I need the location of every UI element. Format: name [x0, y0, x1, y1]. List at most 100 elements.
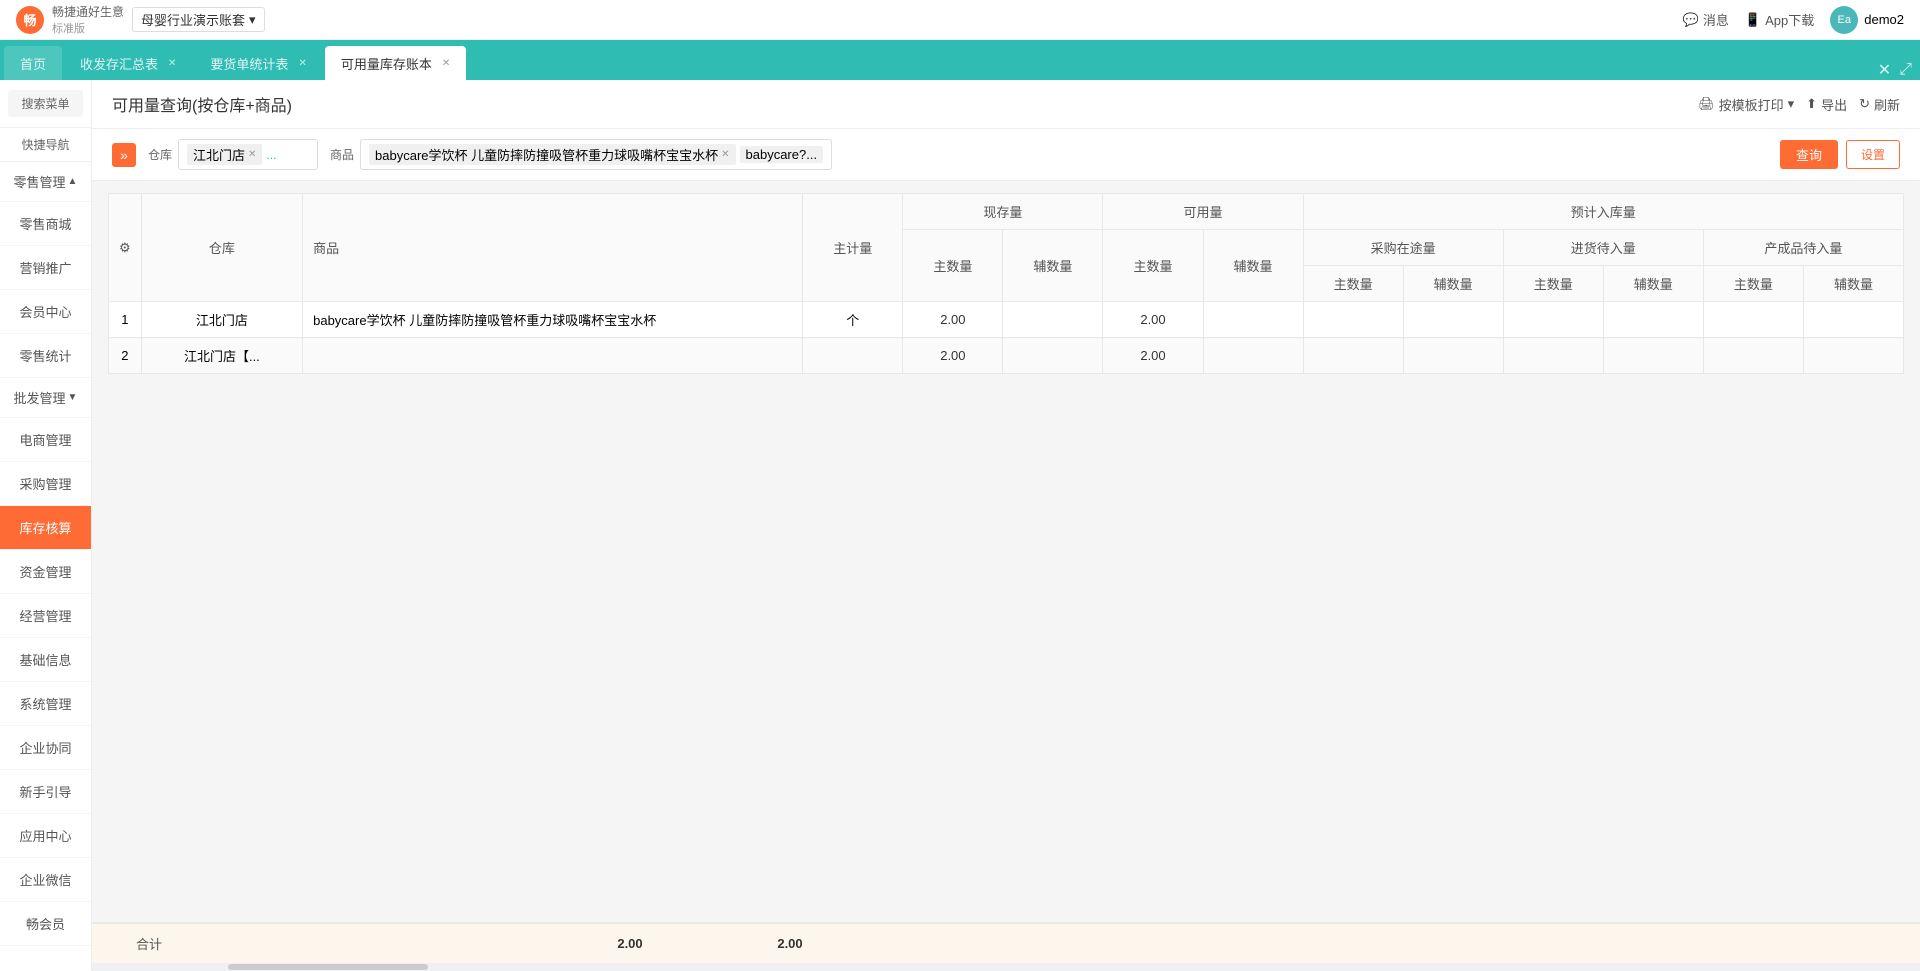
product-tag1-remove[interactable]: ✕	[721, 149, 729, 160]
row1-incoming-aux	[1603, 302, 1703, 338]
app-info: 畅捷通好生意 标准版	[52, 3, 124, 36]
row2-seq: 2	[109, 338, 142, 374]
footer-label: 合计	[108, 934, 190, 953]
filter-toggle-btn[interactable]: »	[112, 143, 136, 167]
warehouse-tag: 江北门店 ✕	[187, 144, 262, 165]
available-aux-header: 辅数量	[1203, 230, 1303, 302]
row1-purchase-aux	[1403, 302, 1503, 338]
search-menu-btn[interactable]: 搜索菜单	[8, 90, 83, 117]
app-download-btn[interactable]: 📱 App下载	[1745, 10, 1814, 29]
product-tag2: babycare?...	[740, 146, 824, 163]
warehouse-col-header: 仓库	[141, 194, 302, 302]
tab-order-stats-close[interactable]: ✕	[298, 58, 306, 69]
warehouse-input[interactable]: 江北门店 ✕ ...	[178, 139, 318, 170]
row2-warehouse: 江北门店【...	[141, 338, 302, 374]
tab-receipts-close[interactable]: ✕	[168, 58, 176, 69]
user-area[interactable]: Ea demo2	[1830, 6, 1904, 34]
sidebar-item-inventory[interactable]: 库存核算	[0, 506, 91, 550]
planned-inbound-col-header: 预计入库量	[1303, 194, 1903, 230]
main-unit-col-header: 主计量	[803, 194, 903, 302]
refresh-btn[interactable]: ↻ 刷新	[1859, 95, 1900, 114]
sidebar-item-member2[interactable]: 畅会员	[0, 902, 91, 946]
sidebar-item-retail-mall[interactable]: 零售商城	[0, 202, 91, 246]
filter-actions: 查询 设置	[1780, 140, 1900, 169]
row2-product	[303, 338, 803, 374]
sidebar-item-enterprise[interactable]: 企业协同	[0, 726, 91, 770]
avatar: Ea	[1830, 6, 1858, 34]
product-col-header: 商品	[303, 194, 803, 302]
sidebar-item-member[interactable]: 会员中心	[0, 290, 91, 334]
print-btn[interactable]: 🖨 按模板打印 ▾	[1698, 95, 1794, 114]
sidebar-item-ecommerce[interactable]: 电商管理	[0, 418, 91, 462]
incoming-pending-header: 进货待入量	[1503, 230, 1703, 266]
tab-home[interactable]: 首页	[4, 46, 62, 80]
purchase-transit-header: 采购在途量	[1303, 230, 1503, 266]
industry-selector[interactable]: 母婴行业演示账套 ▾	[132, 7, 265, 32]
available-main-header: 主数量	[1103, 230, 1203, 302]
row1-available-aux	[1203, 302, 1303, 338]
row2-incoming-main	[1503, 338, 1603, 374]
tab-order-stats[interactable]: 要货单统计表 ✕	[194, 46, 322, 80]
query-btn[interactable]: 查询	[1780, 140, 1838, 169]
sidebar-item-retail-mgmt[interactable]: 零售管理 ▲	[0, 162, 91, 202]
row1-product: babycare学饮杯 儿童防摔防撞吸管杯重力球吸嘴杯宝宝水杯	[303, 302, 803, 338]
row1-current-aux	[1003, 302, 1103, 338]
sidebar-item-system[interactable]: 系统管理	[0, 682, 91, 726]
tab-available-stock-close[interactable]: ✕	[442, 58, 450, 69]
footer-available-main: 2.00	[750, 936, 830, 951]
table-row-subtotal: 2 江北门店【... 2.00 2.00	[109, 338, 1904, 374]
current-main-header: 主数量	[903, 230, 1003, 302]
available-qty-col-header: 可用量	[1103, 194, 1303, 230]
sidebar-item-business[interactable]: 经营管理	[0, 594, 91, 638]
production-main-header: 主数量	[1703, 266, 1803, 302]
setting-btn[interactable]: 设置	[1846, 140, 1900, 169]
product-filter: 商品 babycare学饮杯 儿童防摔防撞吸管杯重力球吸嘴杯宝宝水杯 ✕ bab…	[330, 139, 832, 170]
nav-tabs-actions: ✕ ⤢	[1878, 60, 1920, 80]
quick-nav-btn[interactable]: 快捷导航	[0, 128, 91, 162]
page-actions: 🖨 按模板打印 ▾ ⬆ 导出 ↻ 刷新	[1698, 95, 1900, 114]
sidebar-item-wholesale-mgmt[interactable]: 批发管理 ▼	[0, 378, 91, 418]
sidebar-item-marketing[interactable]: 营销推广	[0, 246, 91, 290]
row2-incoming-aux	[1603, 338, 1703, 374]
product-tag1: babycare学饮杯 儿童防摔防撞吸管杯重力球吸嘴杯宝宝水杯 ✕	[369, 144, 735, 165]
settings-col[interactable]: ⚙	[109, 194, 142, 302]
warehouse-more[interactable]: ...	[266, 148, 276, 162]
warehouse-tag-remove[interactable]: ✕	[248, 149, 256, 160]
current-stock-col-header: 现存量	[903, 194, 1103, 230]
tab-receipts[interactable]: 收发存汇总表 ✕	[64, 46, 192, 80]
sidebar-item-app-center[interactable]: 应用中心	[0, 814, 91, 858]
table-area: ⚙ 仓库 商品 主计量 现存量 可用量 预计入库量 主数量 辅数量 主数量 辅数…	[92, 181, 1920, 922]
sidebar-item-finance[interactable]: 资金管理	[0, 550, 91, 594]
row2-current-main: 2.00	[903, 338, 1003, 374]
nav-expand-btn[interactable]: ⤢	[1899, 61, 1912, 79]
sidebar-item-basic-info[interactable]: 基础信息	[0, 638, 91, 682]
top-bar-left: 畅 畅捷通好生意 标准版 母婴行业演示账套 ▾	[16, 3, 265, 36]
row1-production-aux	[1803, 302, 1903, 338]
message-btn[interactable]: 💬 消息	[1683, 10, 1729, 29]
sidebar-item-wechat[interactable]: 企业微信	[0, 858, 91, 902]
row2-main-unit	[803, 338, 903, 374]
scrollbar-thumb[interactable]	[228, 964, 428, 970]
warehouse-label: 仓库	[148, 146, 172, 163]
page-title: 可用量查询(按仓库+商品)	[112, 92, 292, 116]
row2-production-aux	[1803, 338, 1903, 374]
incoming-main-header: 主数量	[1503, 266, 1603, 302]
sidebar-item-purchase[interactable]: 采购管理	[0, 462, 91, 506]
export-btn[interactable]: ⬆ 导出	[1806, 95, 1847, 114]
nav-close-btn[interactable]: ✕	[1878, 60, 1891, 80]
row1-purchase-main	[1303, 302, 1403, 338]
sidebar-item-new-guide[interactable]: 新手引导	[0, 770, 91, 814]
product-label: 商品	[330, 146, 354, 163]
main-layout: 搜索菜单 快捷导航 零售管理 ▲ 零售商城 营销推广 会员中心 零售统计 批发管…	[0, 80, 1920, 971]
row2-current-aux	[1003, 338, 1103, 374]
warehouse-filter: 仓库 江北门店 ✕ ...	[148, 139, 318, 170]
row1-main-unit: 个	[803, 302, 903, 338]
sidebar-item-retail-stats[interactable]: 零售统计	[0, 334, 91, 378]
product-input[interactable]: babycare学饮杯 儿童防摔防撞吸管杯重力球吸嘴杯宝宝水杯 ✕ babyca…	[360, 139, 832, 170]
top-bar-right: 💬 消息 📱 App下载 Ea demo2	[1683, 6, 1904, 34]
data-table: ⚙ 仓库 商品 主计量 现存量 可用量 预计入库量 主数量 辅数量 主数量 辅数…	[108, 193, 1904, 374]
content-area: 可用量查询(按仓库+商品) 🖨 按模板打印 ▾ ⬆ 导出 ↻ 刷新 »	[92, 80, 1920, 971]
table-row: 1 江北门店 babycare学饮杯 儿童防摔防撞吸管杯重力球吸嘴杯宝宝水杯 个…	[109, 302, 1904, 338]
tab-available-stock[interactable]: 可用量库存账本 ✕	[325, 46, 466, 80]
row2-available-aux	[1203, 338, 1303, 374]
